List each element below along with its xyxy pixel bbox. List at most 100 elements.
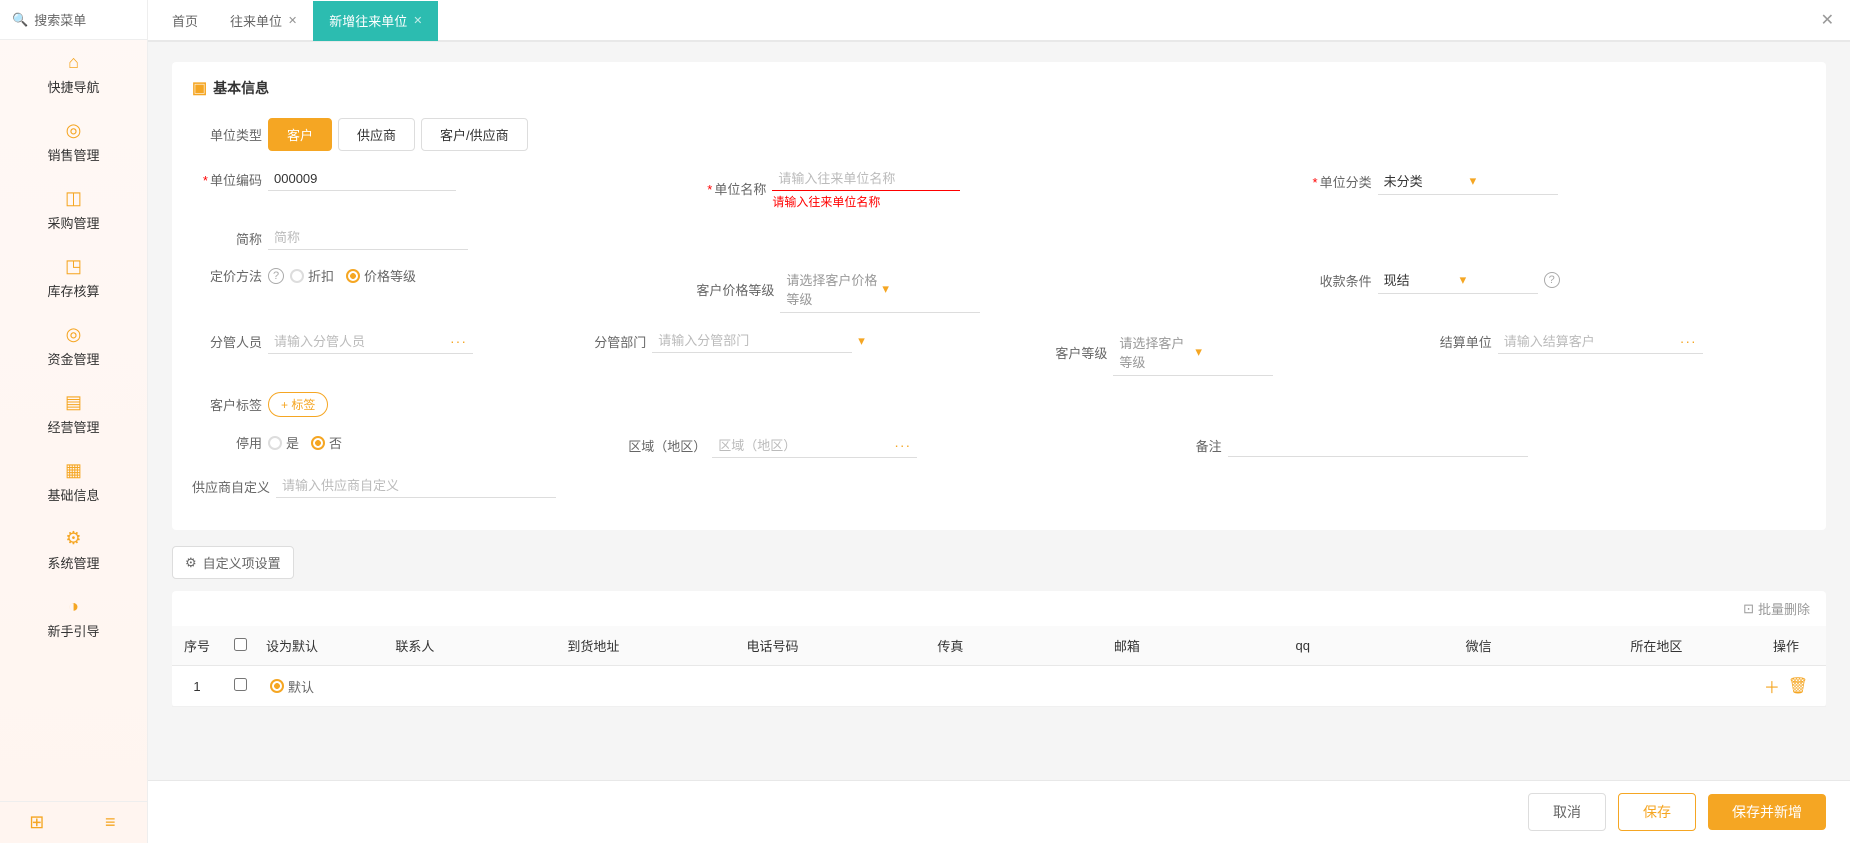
department-label: 分管部门 xyxy=(576,332,646,351)
pricing-discount-label: 折扣 xyxy=(308,266,334,285)
region-field: 区域（地区） ··· xyxy=(628,433,1151,458)
row-add-button[interactable]: ＋ xyxy=(1764,674,1780,698)
customer-price-select[interactable]: 请选择客户价格等级 ▾ xyxy=(780,266,980,313)
batch-delete-button[interactable]: ⊡ 批量删除 xyxy=(1743,599,1810,618)
pricing-discount-radio[interactable]: 折扣 xyxy=(290,266,334,285)
row-qq[interactable] xyxy=(1215,666,1390,707)
row-wechat[interactable] xyxy=(1390,666,1566,707)
tab-partners-close[interactable]: ✕ xyxy=(288,14,297,27)
unit-category-select[interactable]: 未分类 ▾ xyxy=(1378,167,1558,195)
sidebar-item-sales[interactable]: ◎ 销售管理 xyxy=(0,108,147,176)
row-select-checkbox[interactable] xyxy=(234,678,247,691)
unit-name-input[interactable] xyxy=(772,167,960,191)
settlement-dots-icon[interactable]: ··· xyxy=(1680,333,1697,349)
manager-dots-icon[interactable]: ··· xyxy=(450,333,467,349)
pricing-help-icon[interactable]: ? xyxy=(268,268,284,284)
sidebar-item-operations[interactable]: ▤ 经营管理 xyxy=(0,380,147,448)
col-header-checkbox xyxy=(222,626,258,666)
region-label: 区域（地区） xyxy=(628,436,706,455)
row-qq-input[interactable] xyxy=(1223,679,1382,694)
row-email[interactable] xyxy=(1039,666,1215,707)
main-content: 首页 往来单位 ✕ 新增往来单位 ✕ ✕ ▣ 基本信息 单位类型 客户 xyxy=(148,0,1850,843)
tab-home[interactable]: 首页 xyxy=(156,1,214,41)
remark-input[interactable] xyxy=(1228,433,1528,457)
sidebar-item-finance[interactable]: ◎ 资金管理 xyxy=(0,312,147,380)
remark-field: 备注 xyxy=(1152,433,1806,457)
inventory-icon: ◳ xyxy=(65,256,82,277)
row-email-input[interactable] xyxy=(1047,679,1207,694)
row-region[interactable] xyxy=(1567,666,1746,707)
unit-name-field: 单位名称 请输入往来单位名称 xyxy=(696,167,1301,210)
discount-radio-circle xyxy=(290,269,304,283)
supplier-custom-field: 供应商自定义 xyxy=(192,474,1806,498)
remark-label: 备注 xyxy=(1152,436,1222,455)
row-address[interactable] xyxy=(504,666,683,707)
settlement-input[interactable] xyxy=(1504,334,1680,349)
department-input[interactable] xyxy=(658,333,846,348)
save-button[interactable]: 保存 xyxy=(1618,793,1696,831)
custom-settings-button[interactable]: ⚙ 自定义项设置 xyxy=(172,546,294,579)
contact-table: 序号 设为默认 联系人 到货地址 电话号码 传真 邮箱 qq 微信 所在地区 xyxy=(172,626,1826,707)
save-new-button[interactable]: 保存并新增 xyxy=(1708,794,1826,830)
sidebar-item-purchase[interactable]: ◫ 采购管理 xyxy=(0,176,147,244)
tab-new-partner-close[interactable]: ✕ xyxy=(413,14,422,27)
row-delete-button[interactable]: 🗑 xyxy=(1788,676,1808,696)
customer-level-select[interactable]: 请选择客户等级 ▾ xyxy=(1113,329,1273,376)
sidebar-item-quick-nav[interactable]: ⌂ 快捷导航 xyxy=(0,40,147,108)
row-region-input[interactable] xyxy=(1575,679,1738,694)
row-contact[interactable] xyxy=(326,666,504,707)
cancel-button[interactable]: 取消 xyxy=(1528,793,1606,831)
sidebar-footer-left[interactable]: ⊞ xyxy=(0,802,74,843)
sidebar-item-base-info[interactable]: ▦ 基础信息 xyxy=(0,448,147,516)
supplier-custom-input[interactable] xyxy=(276,474,556,498)
payment-help-icon[interactable]: ? xyxy=(1544,272,1560,288)
sidebar-item-guide[interactable]: ◑ 新手引导 xyxy=(0,584,147,652)
row-address-input[interactable] xyxy=(512,679,675,694)
short-name-input[interactable] xyxy=(268,226,468,250)
row-phone[interactable] xyxy=(683,666,862,707)
unit-code-input[interactable] xyxy=(268,167,456,191)
supplier-custom-label: 供应商自定义 xyxy=(192,477,270,496)
sidebar-item-label: 快捷导航 xyxy=(47,77,99,96)
no-radio-circle xyxy=(311,436,325,450)
disabled-no-radio[interactable]: 否 xyxy=(311,433,342,452)
type-btn-customer[interactable]: 客户 xyxy=(268,118,332,151)
manager-input[interactable] xyxy=(274,334,450,349)
sidebar-item-label: 系统管理 xyxy=(47,553,99,572)
col-header-no: 序号 xyxy=(172,626,222,666)
row-default-label: 默认 xyxy=(288,677,314,696)
section-title: ▣ 基本信息 xyxy=(192,78,1806,98)
customer-price-placeholder: 请选择客户价格等级 xyxy=(786,270,878,308)
tab-new-partner[interactable]: 新增往来单位 ✕ xyxy=(313,1,438,41)
row-default-radio[interactable]: 默认 xyxy=(266,677,318,696)
tab-partners[interactable]: 往来单位 ✕ xyxy=(214,1,313,41)
type-btn-supplier[interactable]: 供应商 xyxy=(338,118,415,151)
row-fax-input[interactable] xyxy=(870,679,1030,694)
disabled-yes-radio[interactable]: 是 xyxy=(268,433,299,452)
row-phone-input[interactable] xyxy=(691,679,854,694)
unit-type-label: 单位类型 xyxy=(192,125,262,144)
tab-close-global[interactable]: ✕ xyxy=(1813,10,1842,30)
pricing-level-radio[interactable]: 价格等级 xyxy=(346,266,416,285)
col-header-qq: qq xyxy=(1215,626,1390,666)
region-input[interactable] xyxy=(718,438,894,453)
row-wechat-input[interactable] xyxy=(1398,679,1558,694)
operations-icon: ▤ xyxy=(65,392,82,413)
row-contact-input[interactable] xyxy=(334,679,496,694)
short-name-label: 简称 xyxy=(192,229,262,248)
sidebar-item-label: 基础信息 xyxy=(47,485,99,504)
sidebar-footer-right[interactable]: ≡ xyxy=(74,802,148,843)
sidebar-item-system[interactable]: ⚙ 系统管理 xyxy=(0,516,147,584)
payment-terms-select[interactable]: 现结 ▾ xyxy=(1378,266,1538,294)
settlement-input-wrap: ··· xyxy=(1498,329,1703,354)
unit-type-row: 单位类型 客户 供应商 客户/供应商 xyxy=(192,118,1806,151)
customer-level-placeholder: 请选择客户等级 xyxy=(1119,333,1191,371)
region-dots-icon[interactable]: ··· xyxy=(894,437,911,453)
tag-add-button[interactable]: + 标签 xyxy=(268,392,328,417)
sidebar-search[interactable]: 🔍 搜索菜单 xyxy=(0,0,147,40)
unit-category-value: 未分类 xyxy=(1384,171,1466,190)
type-btn-both[interactable]: 客户/供应商 xyxy=(421,118,528,151)
row-fax[interactable] xyxy=(862,666,1038,707)
select-all-checkbox[interactable] xyxy=(234,638,247,651)
sidebar-item-inventory[interactable]: ◳ 库存核算 xyxy=(0,244,147,312)
